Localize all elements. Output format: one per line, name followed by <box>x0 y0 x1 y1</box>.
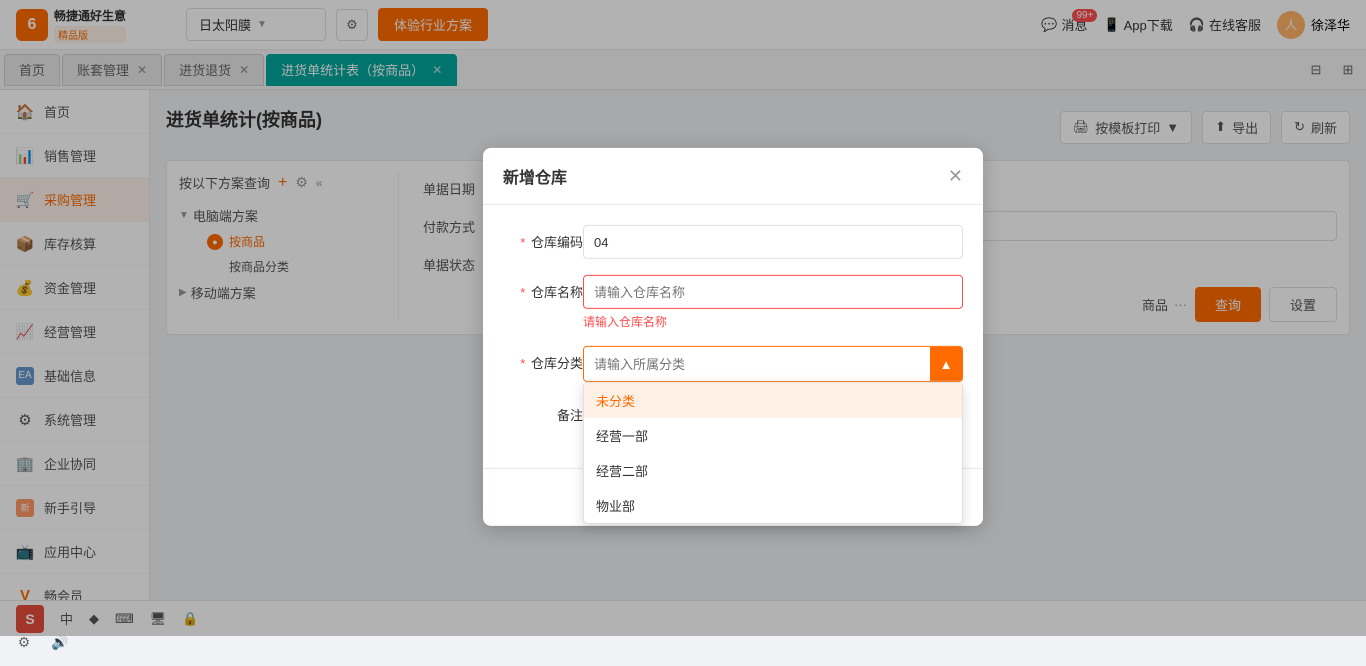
modal-body: * 仓库编码 * 仓库名称 请输入仓库名称 * 仓库分类 <box>483 205 983 468</box>
code-label: * 仓库编码 <box>503 225 583 251</box>
category-dropdown-row: ▲ <box>583 346 963 382</box>
category-dropdown-menu: 未分类 经营一部 经营二部 物业部 <box>583 382 963 524</box>
name-label: * 仓库名称 <box>503 275 583 301</box>
dropdown-item-none[interactable]: 未分类 <box>584 383 962 418</box>
form-row-category: * 仓库分类 ▲ 未分类 经营一部 <box>503 346 963 382</box>
category-label: * 仓库分类 <box>503 346 583 372</box>
modal-dialog: 新增仓库 ✕ * 仓库编码 * 仓库名称 请输入仓库名称 <box>483 148 983 526</box>
dropdown-item-ops2[interactable]: 经营二部 <box>584 453 962 488</box>
category-dropdown-btn[interactable]: ▲ <box>930 347 962 381</box>
code-field <box>583 225 963 259</box>
notes-label: 备注 <box>503 398 583 424</box>
form-row-code: * 仓库编码 <box>503 225 963 259</box>
name-error-msg: 请输入仓库名称 <box>583 313 963 330</box>
chevron-up-icon: ▲ <box>940 356 953 371</box>
modal-close-btn[interactable]: ✕ <box>948 165 963 186</box>
dropdown-item-property[interactable]: 物业部 <box>584 488 962 523</box>
category-input[interactable] <box>584 347 930 381</box>
form-row-name: * 仓库名称 请输入仓库名称 <box>503 275 963 330</box>
name-field: 请输入仓库名称 <box>583 275 963 330</box>
modal-title: 新增仓库 <box>503 164 567 188</box>
modal-header: 新增仓库 ✕ <box>483 148 983 205</box>
category-field: ▲ 未分类 经营一部 经营二部 物业部 <box>583 346 963 382</box>
code-required-mark: * <box>520 235 525 250</box>
code-input[interactable] <box>583 225 963 259</box>
cat-required-mark: * <box>520 356 525 371</box>
dropdown-item-ops1[interactable]: 经营一部 <box>584 418 962 453</box>
name-input[interactable] <box>583 275 963 309</box>
name-required-mark: * <box>520 285 525 300</box>
